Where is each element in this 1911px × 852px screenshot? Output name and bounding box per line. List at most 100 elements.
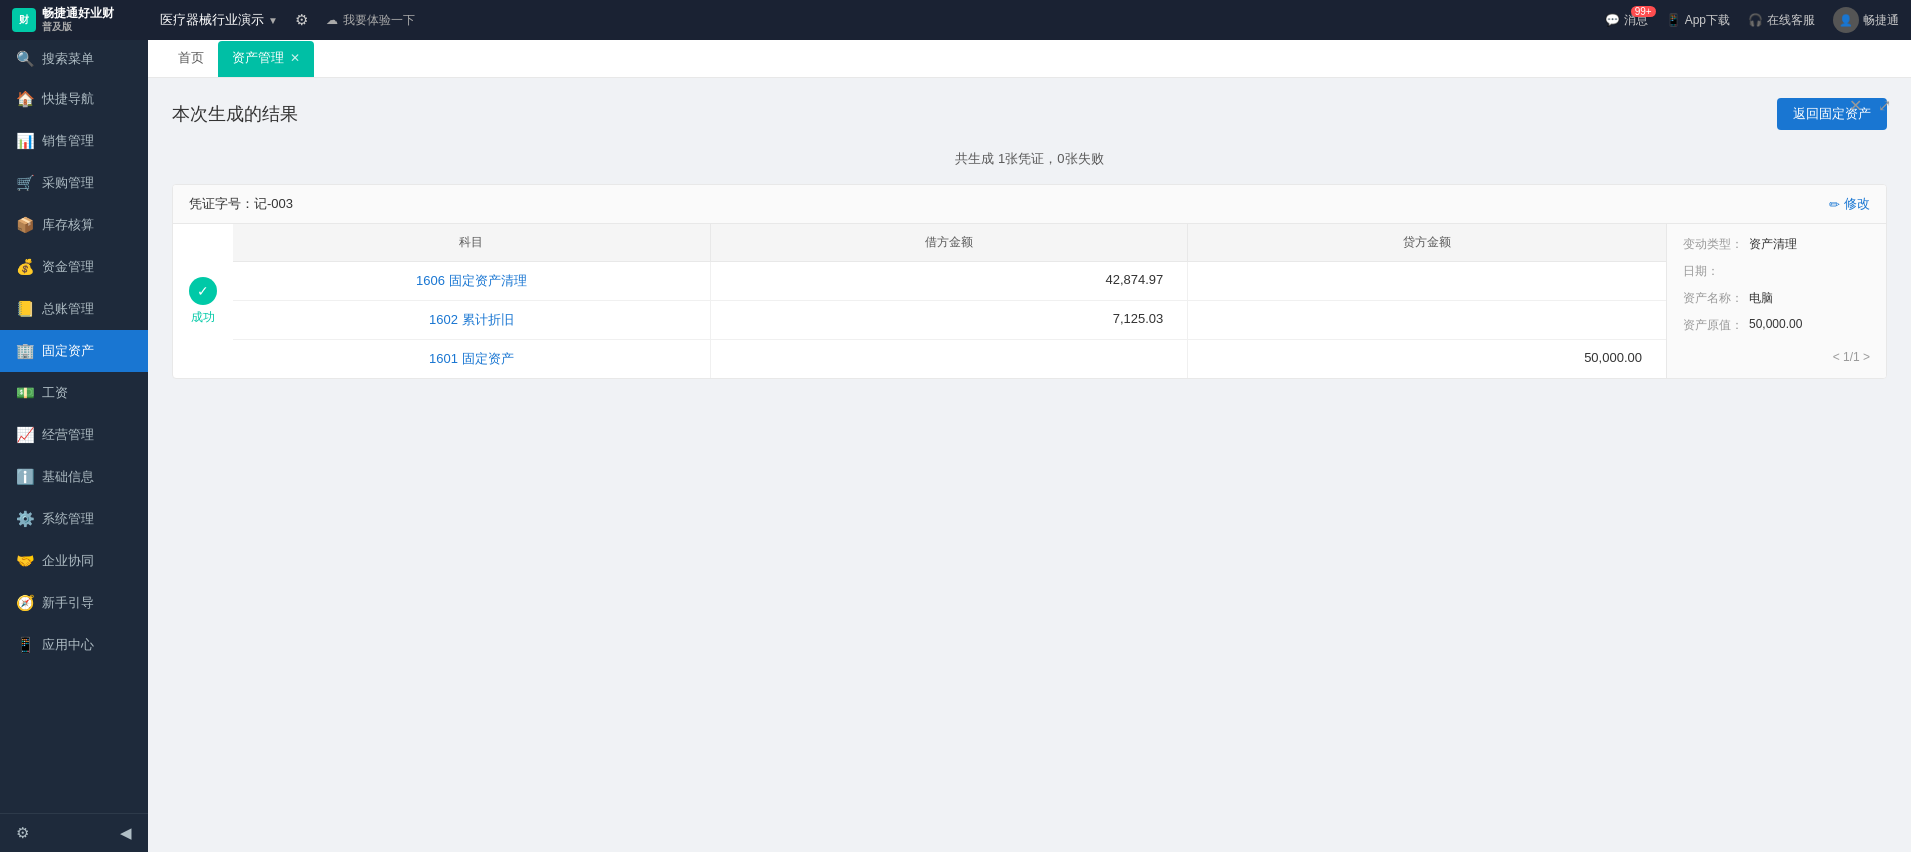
sidebar-item-operations[interactable]: 📈 经营管理 [0,414,148,456]
sidebar-item-quick-nav-label: 快捷导航 [42,90,94,108]
table-row: 1601 固定资产 50,000.00 [233,340,1666,378]
fixed-assets-icon: 🏢 [16,342,34,360]
company-selector[interactable]: 医疗器械行业演示 ▼ [160,11,278,29]
panel-row-asset-original: 资产原值： 50,000.00 [1683,317,1870,334]
customer-service-button[interactable]: 🎧 在线客服 [1748,12,1815,29]
topbar: 财 畅捷通好业财 普及版 医疗器械行业演示 ▼ ⚙ ☁ 我要体验一下 💬 消息 … [0,0,1911,40]
sidebar-item-enterprise-label: 企业协同 [42,552,94,570]
cell-credit-2 [1188,301,1666,339]
sidebar-item-app-center-label: 应用中心 [42,636,94,654]
payroll-icon: 💵 [16,384,34,402]
basic-info-icon: ℹ️ [16,468,34,486]
cell-credit-3: 50,000.00 [1188,340,1666,378]
cell-debit-1: 42,874.97 [711,262,1189,300]
voucher-header: 凭证字号：记-003 ✏ 修改 [173,185,1886,224]
operations-icon: 📈 [16,426,34,444]
voucher-main: ✓ 成功 科目 借方金额 贷方金额 1606 固定资产 [173,224,1886,378]
avatar: 👤 [1833,7,1859,33]
app-download-label: App下载 [1685,12,1730,29]
user-name: 畅捷通 [1863,12,1899,29]
sidebar-item-purchase[interactable]: 🛒 采购管理 [0,162,148,204]
tab-asset-management[interactable]: 资产管理 ✕ [218,41,314,77]
sidebar-item-sales-label: 销售管理 [42,132,94,150]
page-title: 本次生成的结果 [172,102,298,126]
sidebar-item-payroll[interactable]: 💵 工资 [0,372,148,414]
sidebar-settings-icon[interactable]: ⚙ [16,824,29,842]
tab-asset-management-label: 资产管理 [232,49,284,67]
sidebar-bottom: ⚙ ◀ [0,813,148,852]
tab-home[interactable]: 首页 [164,41,218,77]
company-dropdown-icon: ▼ [268,15,278,26]
sidebar-item-guide-label: 新手引导 [42,594,94,612]
app-logo: 财 畅捷通好业财 普及版 [12,6,160,34]
app-download-icon: 📱 [1666,13,1681,27]
trial-button[interactable]: ☁ 我要体验一下 [326,12,415,29]
cell-debit-3 [711,340,1189,378]
customer-service-label: 在线客服 [1767,12,1815,29]
sidebar-collapse-icon[interactable]: ◀ [120,824,132,842]
voucher-table: 科目 借方金额 贷方金额 1606 固定资产清理 42,874.97 [233,224,1666,378]
logo-icon: 财 [12,8,36,32]
pagination[interactable]: < 1/1 > [1683,350,1870,364]
panel-row-asset-name: 资产名称： 电脑 [1683,290,1870,307]
fund-icon: 💰 [16,258,34,276]
asset-name-label: 资产名称： [1683,290,1743,307]
sales-icon: 📊 [16,132,34,150]
sidebar-item-ledger[interactable]: 📒 总账管理 [0,288,148,330]
cell-subject-3: 1601 固定资产 [233,340,711,378]
col-header-credit: 贷方金额 [1188,224,1666,261]
sidebar-item-fixed-assets-label: 固定资产 [42,342,94,360]
messages-badge: 99+ [1631,6,1656,17]
edit-button[interactable]: ✏ 修改 [1829,195,1870,213]
sidebar-item-inventory-label: 库存核算 [42,216,94,234]
page-content: 本次生成的结果 返回固定资产 共生成 1张凭证，0张失败 凭证字号：记-003 … [148,78,1911,852]
cell-debit-2: 7,125.03 [711,301,1189,339]
sidebar-item-basic-info-label: 基础信息 [42,468,94,486]
voucher-card: 凭证字号：记-003 ✏ 修改 ✓ 成功 [172,184,1887,379]
table-header: 科目 借方金额 贷方金额 [233,224,1666,262]
app-download-button[interactable]: 📱 App下载 [1666,12,1730,29]
expand-panel-button[interactable]: ⤢ [1874,94,1895,117]
sidebar-item-basic-info[interactable]: ℹ️ 基础信息 [0,456,148,498]
table-row: 1602 累计折旧 7,125.03 [233,301,1666,340]
home-icon: 🏠 [16,90,34,108]
messages-button[interactable]: 💬 消息 99+ [1605,12,1648,29]
status-area: ✓ 成功 [173,224,233,378]
sidebar-item-enterprise[interactable]: 🤝 企业协同 [0,540,148,582]
sidebar-item-ledger-label: 总账管理 [42,300,94,318]
cell-subject-2: 1602 累计折旧 [233,301,711,339]
asset-original-label: 资产原值： [1683,317,1743,334]
purchase-icon: 🛒 [16,174,34,192]
sidebar: 🔍 搜索菜单 🏠 快捷导航 📊 销售管理 🛒 采购管理 📦 库存核算 💰 资金管… [0,40,148,852]
sidebar-item-search[interactable]: 🔍 搜索菜单 [0,40,148,78]
status-label: 成功 [191,309,215,326]
settings-gear-icon[interactable]: ⚙ [288,6,316,34]
logo-sub: 普及版 [42,20,114,34]
trial-label: 我要体验一下 [343,12,415,29]
system-icon: ⚙️ [16,510,34,528]
sidebar-item-guide[interactable]: 🧭 新手引导 [0,582,148,624]
main-layout: 🔍 搜索菜单 🏠 快捷导航 📊 销售管理 🛒 采购管理 📦 库存核算 💰 资金管… [0,40,1911,852]
sidebar-item-sales[interactable]: 📊 销售管理 [0,120,148,162]
tab-close-icon[interactable]: ✕ [290,51,300,65]
sidebar-item-quick-nav[interactable]: 🏠 快捷导航 [0,78,148,120]
change-type-value: 资产清理 [1749,236,1797,253]
success-icon: ✓ [189,277,217,305]
ledger-icon: 📒 [16,300,34,318]
cell-subject-1: 1606 固定资产清理 [233,262,711,300]
edit-icon: ✏ [1829,197,1840,212]
panel-controls: ✕ ⤢ [1845,94,1895,117]
sidebar-item-payroll-label: 工资 [42,384,68,402]
col-header-subject: 科目 [233,224,711,261]
sidebar-item-inventory[interactable]: 📦 库存核算 [0,204,148,246]
sidebar-item-app-center[interactable]: 📱 应用中心 [0,624,148,666]
page-header: 本次生成的结果 返回固定资产 [172,98,1887,130]
app-center-icon: 📱 [16,636,34,654]
user-profile[interactable]: 👤 畅捷通 [1833,7,1899,33]
messages-icon: 💬 [1605,13,1620,27]
close-panel-button[interactable]: ✕ [1845,94,1866,117]
sidebar-item-fixed-assets[interactable]: 🏢 固定资产 [0,330,148,372]
sidebar-item-system[interactable]: ⚙️ 系统管理 [0,498,148,540]
guide-icon: 🧭 [16,594,34,612]
sidebar-item-fund[interactable]: 💰 资金管理 [0,246,148,288]
